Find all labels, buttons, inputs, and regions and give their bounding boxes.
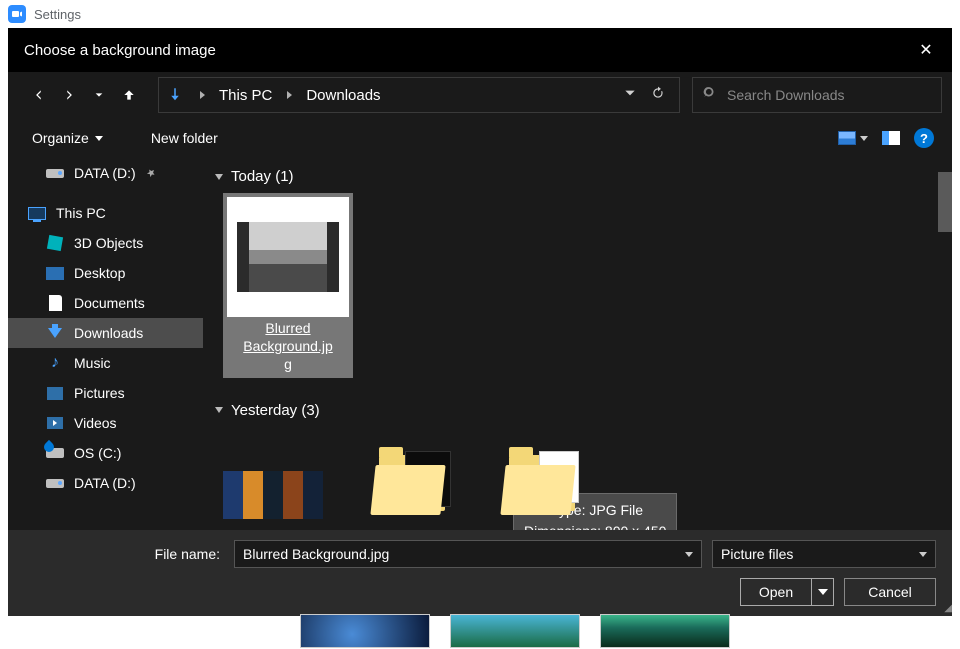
chevron-down-icon (919, 552, 927, 557)
nav-downloads[interactable]: Downloads (8, 318, 203, 348)
chevron-down-icon (95, 136, 103, 141)
navigation-pane: DATA (D:) This PC 3D Objects Desktop Doc… (8, 158, 203, 530)
open-dropdown-button[interactable] (812, 578, 834, 606)
section-yesterday[interactable]: Yesterday (3) (203, 392, 952, 427)
nav-3d-objects[interactable]: 3D Objects (8, 228, 203, 258)
nav-desktop[interactable]: Desktop (8, 258, 203, 288)
file-type-filter[interactable]: Picture files (712, 540, 936, 568)
downloads-location-icon (165, 85, 185, 105)
navigation-toolbar: This PC Downloads (8, 72, 952, 118)
nav-pictures[interactable]: Pictures (8, 378, 203, 408)
nav-this-pc[interactable]: This PC (8, 198, 203, 228)
preview-pane-button[interactable] (882, 131, 900, 145)
back-button[interactable] (26, 82, 52, 108)
file-label: Blurred Background.jp g (227, 319, 349, 374)
background-thumbnails-row (300, 614, 730, 648)
this-pc-icon (28, 205, 46, 221)
app-titlebar: Settings (0, 0, 960, 28)
command-toolbar: Organize New folder ? (8, 118, 952, 158)
filename-value: Blurred Background.jpg (243, 546, 389, 562)
pictures-view-icon (838, 131, 856, 145)
open-split-button[interactable]: Open (740, 578, 834, 606)
folder-item[interactable] (503, 451, 583, 519)
file-list[interactable]: Today (1) Blurred Background.jp g Item t… (203, 158, 952, 530)
chevron-right-icon[interactable] (280, 78, 298, 112)
resize-grip-icon[interactable]: ◢ (944, 603, 950, 614)
drive-icon (46, 165, 64, 181)
section-today[interactable]: Today (1) (203, 158, 952, 193)
refresh-button[interactable] (651, 86, 665, 105)
view-options-button[interactable] (838, 131, 868, 145)
3d-objects-icon (46, 235, 64, 251)
cancel-button[interactable]: Cancel (844, 578, 936, 606)
nav-os-c[interactable]: OS (C:) (8, 438, 203, 468)
recent-locations-button[interactable] (86, 82, 112, 108)
videos-icon (46, 415, 64, 431)
search-icon (703, 86, 717, 105)
nav-pinned-data-d[interactable]: DATA (D:) (8, 158, 203, 188)
zoom-app-icon (8, 5, 26, 23)
os-drive-icon (46, 445, 64, 461)
help-button[interactable]: ? (914, 128, 934, 148)
bg-tile[interactable] (450, 614, 580, 648)
new-folder-button[interactable]: New folder (145, 127, 224, 149)
search-box[interactable] (692, 77, 942, 113)
organize-menu[interactable]: Organize (26, 127, 109, 149)
file-thumbnail (227, 197, 349, 317)
nav-data-d[interactable]: DATA (D:) (8, 468, 203, 498)
up-button[interactable] (116, 82, 142, 108)
file-item[interactable] (223, 471, 323, 519)
nav-music[interactable]: ♪Music (8, 348, 203, 378)
dialog-header: Choose a background image ✕ (8, 28, 952, 72)
file-item-selected[interactable]: Blurred Background.jp g (223, 193, 353, 378)
bg-tile[interactable] (600, 614, 730, 648)
scrollbar[interactable] (938, 172, 952, 232)
nav-documents[interactable]: Documents (8, 288, 203, 318)
file-open-dialog: Choose a background image ✕ This PC Down… (8, 28, 952, 616)
chevron-down-icon (860, 136, 868, 141)
desktop-icon (46, 265, 64, 281)
open-button[interactable]: Open (740, 578, 812, 606)
music-icon: ♪ (46, 355, 64, 371)
breadcrumb-downloads[interactable]: Downloads (306, 87, 380, 104)
downloads-icon (46, 325, 64, 341)
documents-icon (46, 295, 64, 311)
drive-icon (46, 475, 64, 491)
dialog-footer: File name: Blurred Background.jpg Pictur… (8, 530, 952, 616)
chevron-down-icon (215, 407, 223, 413)
search-input[interactable] (727, 87, 931, 103)
folder-item[interactable] (373, 451, 453, 519)
chevron-down-icon (818, 589, 828, 595)
filename-combobox[interactable]: Blurred Background.jpg (234, 540, 702, 568)
breadcrumb-this-pc[interactable]: This PC (219, 87, 272, 104)
address-bar[interactable]: This PC Downloads (158, 77, 680, 113)
forward-button[interactable] (56, 82, 82, 108)
chevron-down-icon (685, 552, 693, 557)
nav-videos[interactable]: Videos (8, 408, 203, 438)
filename-label: File name: (24, 546, 224, 562)
chevron-right-icon[interactable] (193, 78, 211, 112)
dialog-title: Choose a background image (24, 42, 216, 59)
chevron-down-icon (215, 174, 223, 180)
bg-tile[interactable] (300, 614, 430, 648)
app-title: Settings (34, 7, 81, 22)
address-history-button[interactable] (623, 86, 637, 105)
close-button[interactable]: ✕ (916, 40, 936, 60)
pin-icon (144, 166, 158, 180)
pictures-icon (46, 385, 64, 401)
